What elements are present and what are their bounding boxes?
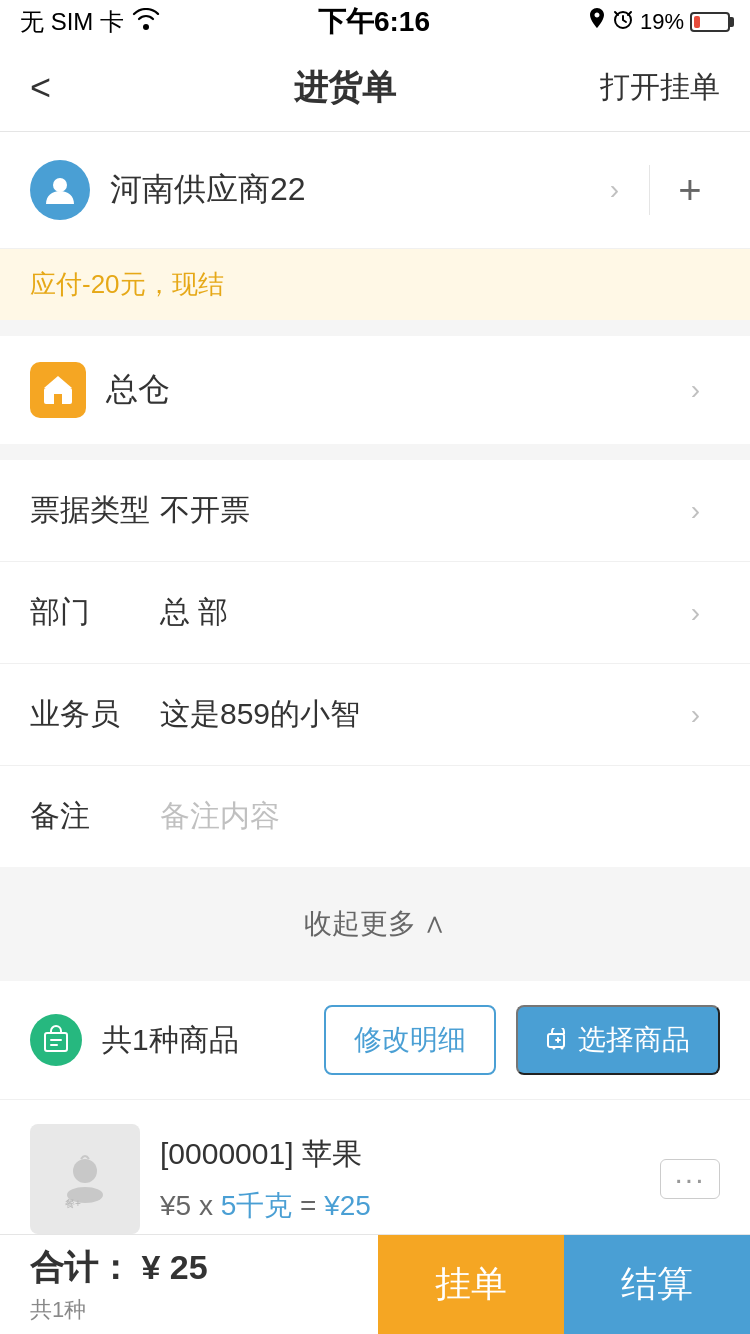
- supplier-notice: 应付-20元，现结: [0, 249, 750, 320]
- product-info: [0000001] 苹果 ¥5 x 5千克 = ¥25: [160, 1134, 640, 1225]
- supplier-name: 河南供应商22: [110, 168, 610, 212]
- salesman-value: 这是859的小智: [160, 694, 691, 735]
- edit-detail-button[interactable]: 修改明细: [324, 1005, 496, 1075]
- multiply-sign: x: [199, 1190, 221, 1221]
- department-label: 部门: [30, 592, 160, 633]
- location-icon: [588, 8, 606, 36]
- supplier-chevron-icon: ›: [610, 174, 619, 206]
- nav-bar: < 进货单 打开挂单: [0, 44, 750, 132]
- svg-marker-3: [44, 376, 72, 388]
- invoice-chevron-icon: ›: [691, 495, 700, 527]
- product-header: 共1种商品 修改明细 选择商品: [0, 981, 750, 1100]
- department-value: 总 部: [160, 592, 691, 633]
- select-product-label: 选择商品: [578, 1021, 690, 1059]
- status-time: 下午6:16: [318, 3, 430, 41]
- warehouse-row[interactable]: 总仓 ›: [0, 336, 750, 444]
- salesman-label: 业务员: [30, 694, 160, 735]
- status-bar: 无 SIM 卡 下午6:16 19%: [0, 0, 750, 44]
- battery-icon: [690, 12, 730, 32]
- invoice-row[interactable]: 票据类型 不开票 ›: [0, 460, 750, 561]
- product-title: 苹果: [302, 1137, 362, 1170]
- invoice-label: 票据类型: [30, 490, 160, 531]
- product-count-text: 共1种商品: [102, 1020, 304, 1061]
- svg-point-10: [561, 1047, 564, 1050]
- svg-point-11: [73, 1159, 97, 1183]
- svg-text:餐+: 餐+: [65, 1198, 81, 1209]
- svg-rect-4: [54, 394, 62, 404]
- carrier-text: 无 SIM 卡: [20, 6, 124, 38]
- supplier-section: 河南供应商22 › + 应付-20元，现结: [0, 132, 750, 320]
- form-section: 票据类型 不开票 › 部门 总 部 › 业务员 这是859的小智 › 备注 备注…: [0, 460, 750, 867]
- total-label: 合计：: [30, 1248, 132, 1286]
- status-right: 19%: [588, 8, 730, 36]
- remark-row[interactable]: 备注 备注内容: [0, 765, 750, 867]
- department-chevron-icon: ›: [691, 597, 700, 629]
- svg-rect-6: [50, 1039, 62, 1041]
- equals-sign: =: [300, 1190, 324, 1221]
- open-hang-button[interactable]: 打开挂单: [600, 67, 720, 108]
- department-row[interactable]: 部门 总 部 ›: [0, 561, 750, 663]
- warehouse-icon: [30, 362, 86, 418]
- back-button[interactable]: <: [30, 67, 90, 109]
- divider: [649, 165, 650, 215]
- product-price-row: ¥5 x 5千克 = ¥25: [160, 1187, 640, 1225]
- wifi-icon: [132, 8, 160, 36]
- page-title: 进货单: [294, 65, 396, 111]
- salesman-row[interactable]: 业务员 这是859的小智 ›: [0, 663, 750, 765]
- supplier-avatar: [30, 160, 90, 220]
- product-more-button[interactable]: ···: [660, 1159, 720, 1199]
- line-total: ¥25: [324, 1190, 371, 1221]
- supplier-row[interactable]: 河南供应商22 › +: [0, 132, 750, 249]
- warehouse-section: 总仓 ›: [0, 336, 750, 444]
- product-section: 共1种商品 修改明细 选择商品 餐+ [0000001]: [0, 981, 750, 1258]
- salesman-chevron-icon: ›: [691, 699, 700, 731]
- invoice-value: 不开票: [160, 490, 691, 531]
- product-thumbnail: 餐+: [30, 1124, 140, 1234]
- total-value: ¥ 25: [141, 1248, 207, 1286]
- remark-label: 备注: [30, 796, 160, 837]
- collapse-button[interactable]: 收起更多 ∧: [0, 883, 750, 965]
- checkout-button[interactable]: 结算: [564, 1235, 750, 1334]
- product-count-icon: [30, 1014, 82, 1066]
- add-supplier-button[interactable]: +: [660, 160, 720, 220]
- product-code: [0000001]: [160, 1137, 293, 1170]
- svg-point-9: [553, 1047, 556, 1050]
- bottom-bar: 合计： ¥ 25 共1种 挂单 结算: [0, 1234, 750, 1334]
- hang-button[interactable]: 挂单: [378, 1235, 564, 1334]
- select-product-button[interactable]: 选择商品: [516, 1005, 720, 1075]
- quantity: 5千克: [221, 1190, 293, 1221]
- svg-rect-7: [50, 1044, 58, 1046]
- warehouse-name: 总仓: [106, 368, 691, 412]
- remark-input[interactable]: 备注内容: [160, 796, 720, 837]
- status-left: 无 SIM 卡: [20, 6, 160, 38]
- battery-text: 19%: [640, 9, 684, 35]
- product-name: [0000001] 苹果: [160, 1134, 640, 1175]
- alarm-icon: [612, 8, 634, 36]
- total-count: 共1种: [30, 1295, 348, 1325]
- unit-price: ¥5: [160, 1190, 191, 1221]
- total-area: 合计： ¥ 25 共1种: [0, 1235, 378, 1334]
- svg-rect-5: [45, 1033, 67, 1051]
- total-amount: 合计： ¥ 25: [30, 1245, 348, 1291]
- warehouse-chevron-icon: ›: [691, 374, 700, 406]
- cart-icon: [546, 1028, 570, 1052]
- svg-point-1: [53, 178, 67, 192]
